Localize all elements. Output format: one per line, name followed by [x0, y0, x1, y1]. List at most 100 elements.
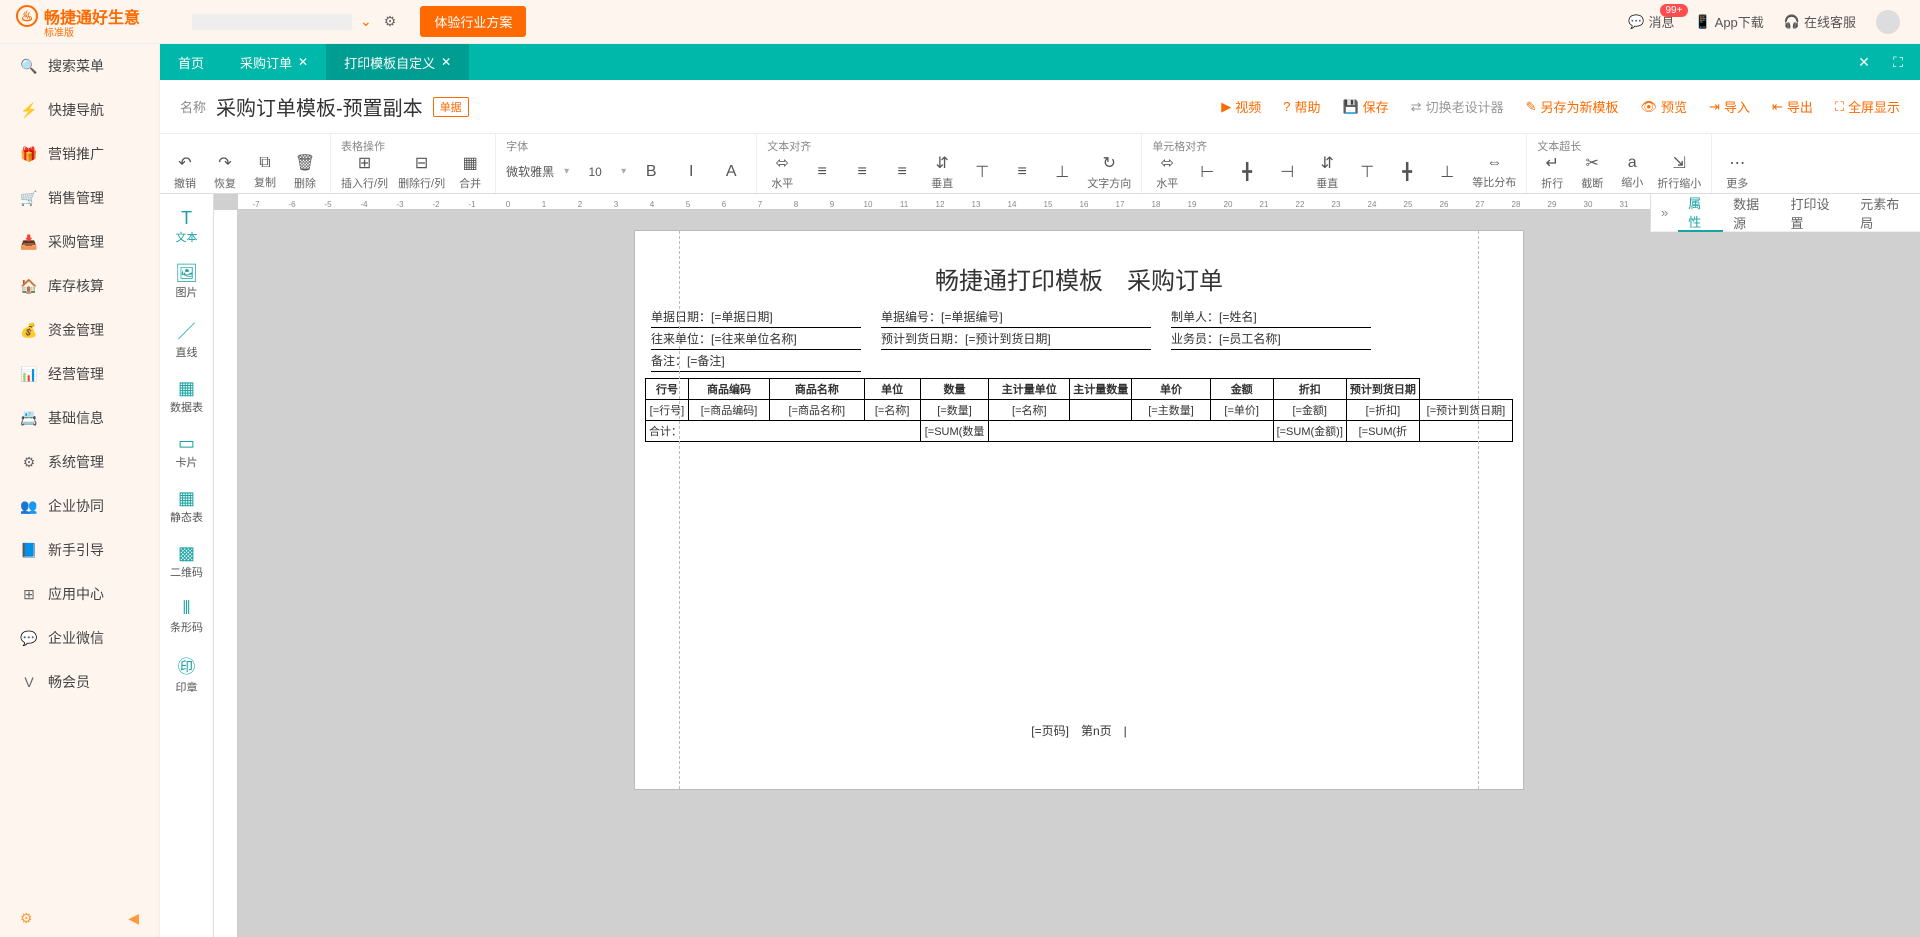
company-select[interactable]: ⌄ — [192, 13, 372, 30]
close-tab-button[interactable]: ✕ — [1850, 48, 1878, 76]
g6-btn-1[interactable]: ✂截断 — [1577, 153, 1607, 191]
g2-btn-2[interactable]: ▦合并 — [455, 153, 485, 191]
table-cell[interactable]: [=名称] — [864, 400, 920, 421]
table-cell[interactable] — [1070, 400, 1132, 421]
g5-btn-5[interactable]: ⊤ — [1352, 162, 1382, 182]
g5-btn-0[interactable]: ⬄水平 — [1152, 153, 1182, 191]
close-icon[interactable]: ✕ — [298, 55, 308, 69]
settings-icon[interactable]: ⚙ — [20, 910, 33, 927]
total-label[interactable]: 合计： — [646, 421, 921, 442]
insert-文本[interactable]: T文本 — [160, 202, 213, 251]
g3-btn-2[interactable]: A — [716, 163, 746, 181]
table-header[interactable]: 商品编码 — [688, 379, 769, 400]
g5-btn-8[interactable]: ⇔等比分布 — [1472, 154, 1516, 190]
total-qty[interactable]: [=SUM(数量 — [920, 421, 989, 442]
table-cell[interactable]: [=名称] — [989, 400, 1070, 421]
action-7[interactable]: ⇤导出 — [1772, 97, 1813, 116]
table-header[interactable]: 单位 — [864, 379, 920, 400]
nav-item-7[interactable]: 📊经营管理 — [0, 352, 159, 396]
header-field[interactable]: 业务员：[=员工名称] — [1171, 328, 1371, 350]
app-download-button[interactable]: 📱App下载 — [1694, 12, 1763, 31]
table-header[interactable]: 数量 — [920, 379, 989, 400]
g4-btn-2[interactable]: ≡ — [847, 163, 877, 181]
table-cell[interactable]: [=商品编码] — [688, 400, 769, 421]
total-discount[interactable]: [=SUM(折 — [1346, 421, 1419, 442]
g1-btn-0[interactable]: ↶撤销 — [170, 153, 200, 191]
data-table[interactable]: 行号商品编码商品名称单位数量主计量单位主计量数量单价金额折扣预计到货日期 [=行… — [645, 378, 1513, 442]
g1-btn-1[interactable]: ↷恢复 — [210, 153, 240, 191]
table-cell[interactable]: [=数量] — [920, 400, 989, 421]
insert-二维码[interactable]: ▩二维码 — [160, 537, 213, 586]
insert-静态表[interactable]: ▦静态表 — [160, 482, 213, 531]
header-field[interactable]: 预计到货日期：[=预计到货日期] — [881, 328, 1151, 350]
header-field[interactable]: 单据编号：[=单据编号] — [881, 306, 1151, 328]
action-4[interactable]: ✎另存为新模板 — [1526, 97, 1619, 116]
action-0[interactable]: ▶视频 — [1221, 97, 1261, 116]
table-cell[interactable]: [=单价] — [1210, 400, 1273, 421]
nav-item-2[interactable]: 🎁营销推广 — [0, 132, 159, 176]
g5-btn-2[interactable]: ╋ — [1232, 162, 1262, 182]
insert-卡片[interactable]: ▭卡片 — [160, 427, 213, 476]
font-size-select[interactable]: 10 — [579, 165, 611, 179]
header-field[interactable]: 备注：[=备注] — [651, 350, 861, 372]
action-2[interactable]: 💾保存 — [1342, 97, 1388, 116]
table-cell[interactable]: [=预计到货日期] — [1419, 400, 1512, 421]
g3-btn-1[interactable]: I — [676, 163, 706, 181]
g5-btn-1[interactable]: ⊢ — [1192, 162, 1222, 182]
g6-btn-2[interactable]: a缩小 — [1617, 154, 1647, 190]
prop-tab-3[interactable]: 元素布局 — [1850, 194, 1920, 232]
prop-tab-2[interactable]: 打印设置 — [1780, 194, 1850, 232]
table-header[interactable]: 折扣 — [1273, 379, 1346, 400]
nav-item-9[interactable]: ⚙系统管理 — [0, 440, 159, 484]
table-cell[interactable]: [=金额] — [1273, 400, 1346, 421]
action-8[interactable]: ⛶全屏显示 — [1835, 97, 1900, 116]
header-field[interactable]: 制单人：[=姓名] — [1171, 306, 1371, 328]
close-icon[interactable]: ✕ — [441, 55, 451, 69]
action-3[interactable]: ⇄切换老设计器 — [1411, 97, 1504, 116]
g4-btn-5[interactable]: ⊤ — [967, 162, 997, 182]
g5-btn-3[interactable]: ⊣ — [1272, 162, 1302, 182]
table-cell[interactable]: [=主数量] — [1132, 400, 1211, 421]
insert-印章[interactable]: ㊞印章 — [160, 647, 213, 701]
trial-button[interactable]: 体验行业方案 — [420, 6, 526, 37]
gear-icon[interactable]: ⚙ — [384, 13, 397, 30]
insert-直线[interactable]: ／直线 — [160, 312, 213, 366]
nav-item-10[interactable]: 👥企业协同 — [0, 484, 159, 528]
prop-tab-1[interactable]: 数据源 — [1723, 194, 1780, 232]
action-5[interactable]: 👁预览 — [1641, 97, 1688, 116]
prop-tab-0[interactable]: 属性 — [1678, 194, 1723, 232]
font-family-select[interactable]: 微软雅黑 — [506, 163, 554, 180]
table-cell[interactable]: [=行号] — [646, 400, 689, 421]
g5-btn-7[interactable]: ⊥ — [1432, 162, 1462, 182]
doc-title[interactable]: 畅捷通打印模板 采购订单 — [645, 261, 1513, 296]
header-field[interactable]: 往来单位：[=往来单位名称] — [651, 328, 861, 350]
g4-btn-0[interactable]: ⬄水平 — [767, 153, 797, 191]
tab-0[interactable]: 首页 — [160, 44, 222, 80]
page-footer[interactable]: [=页码] 第n页 | — [645, 722, 1513, 739]
table-cell[interactable]: [=折扣] — [1346, 400, 1419, 421]
nav-item-8[interactable]: 📇基础信息 — [0, 396, 159, 440]
table-header[interactable]: 金额 — [1210, 379, 1273, 400]
total-blank2[interactable] — [1419, 421, 1512, 442]
tab-1[interactable]: 采购订单✕ — [222, 44, 326, 80]
collapse-icon[interactable]: ◀ — [128, 910, 139, 927]
insert-图片[interactable]: 🖼图片 — [160, 257, 213, 306]
g4-btn-1[interactable]: ≡ — [807, 163, 837, 181]
nav-item-4[interactable]: 📥采购管理 — [0, 220, 159, 264]
table-header[interactable]: 预计到货日期 — [1346, 379, 1419, 400]
nav-item-0[interactable]: 🔍搜索菜单 — [0, 44, 159, 88]
expand-panel-icon[interactable]: » — [1651, 205, 1678, 220]
insert-条形码[interactable]: ⦀条形码 — [160, 592, 213, 641]
table-header[interactable]: 商品名称 — [770, 379, 864, 400]
fullscreen-button[interactable]: ⛶ — [1884, 48, 1912, 76]
online-service-button[interactable]: 🎧在线客服 — [1784, 12, 1856, 31]
table-cell[interactable]: [=商品名称] — [770, 400, 864, 421]
g2-btn-0[interactable]: ⊞插入行/列 — [341, 153, 388, 191]
table-header[interactable]: 主计量数量 — [1070, 379, 1132, 400]
table-header[interactable]: 行号 — [646, 379, 689, 400]
header-field[interactable]: 单据日期：[=单据日期] — [651, 306, 861, 328]
table-header[interactable]: 主计量单位 — [989, 379, 1070, 400]
table-header[interactable]: 单价 — [1132, 379, 1211, 400]
nav-item-5[interactable]: 🏠库存核算 — [0, 264, 159, 308]
g1-btn-2[interactable]: ⧉复制 — [250, 154, 280, 190]
